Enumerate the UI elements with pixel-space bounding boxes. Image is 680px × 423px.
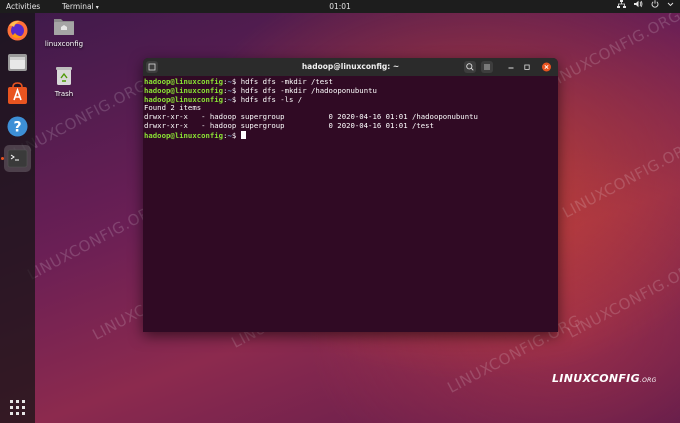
trash-icon [56, 67, 72, 85]
terminal-titlebar[interactable]: hadoop@linuxconfig: ~ [143, 58, 558, 76]
chevron-down-icon [667, 0, 674, 13]
prompt-suffix: $ [231, 77, 241, 86]
dock-item-firefox[interactable] [4, 17, 31, 44]
command-line: hadoop@linuxconfig:~$ hdfs dfs -ls / [144, 94, 558, 105]
dock-item-ubuntu-software[interactable] [4, 81, 31, 108]
power-icon [651, 0, 659, 13]
minimize-icon [508, 67, 514, 69]
top-bar: Activities Terminal ▾ 01:01 [0, 0, 680, 13]
volume-icon [634, 0, 643, 13]
maximize-icon [524, 64, 530, 70]
prompt-user: hadoop@linuxconfig [144, 77, 224, 86]
svg-text:?: ? [13, 120, 21, 136]
files-icon [8, 54, 27, 71]
hamburger-menu-icon [484, 64, 490, 70]
command-line: hadoop@linuxconfig:~$ [144, 130, 558, 141]
prompt-suffix: $ [231, 94, 241, 104]
prompt-user: hadoop@linuxconfig [144, 85, 224, 95]
prompt-user: hadoop@linuxconfig [144, 130, 224, 140]
help-icon: ? [7, 116, 28, 137]
system-tray[interactable] [617, 0, 674, 13]
output-line: drwxr-xr-x - hadoop supergroup 0 2020-04… [144, 120, 434, 130]
maximize-button[interactable] [522, 61, 532, 73]
command-text: hdfs dfs -mkdir /hadooponubuntu [240, 85, 377, 95]
minimize-button[interactable] [506, 61, 516, 73]
ubuntu-software-icon [8, 82, 27, 104]
network-icon [617, 0, 626, 13]
app-menu-button[interactable]: Terminal ▾ [62, 0, 99, 14]
dock-item-terminal[interactable] [4, 145, 31, 172]
terminal-output[interactable]: hadoop@linuxconfig:~$ hdfs dfs -mkdir /t… [143, 76, 558, 141]
brand-tld: .ORG [639, 377, 657, 384]
command-text: hdfs dfs -ls / [240, 94, 303, 104]
watermark: LINUXCONFIG.ORG [544, 6, 680, 92]
prompt-suffix: $ [231, 130, 241, 140]
terminal-window[interactable]: hadoop@linuxconfig: ~ hadoop@linuxconfig… [143, 58, 558, 332]
app-menu-label: Terminal [62, 2, 94, 11]
close-icon [542, 62, 551, 72]
prompt-suffix: $ [231, 85, 241, 95]
brand-name: LINUXCONFIG [552, 372, 640, 385]
desktop-icon-label: linuxconfig [44, 40, 84, 48]
firefox-icon [7, 20, 28, 41]
dock-item-help[interactable]: ? [4, 113, 31, 140]
search-button[interactable] [464, 61, 476, 73]
desktop-icon-trash[interactable]: Trash [44, 66, 84, 98]
terminal-icon [7, 149, 28, 168]
command-text: hdfs dfs -mkdir /test [240, 77, 333, 86]
text-cursor [240, 130, 246, 139]
close-button[interactable] [541, 61, 552, 73]
desktop-icon-label: Trash [54, 90, 74, 98]
running-indicator [1, 157, 4, 160]
show-applications-button[interactable] [4, 394, 31, 421]
home-folder-icon [54, 19, 74, 35]
window-title: hadoop@linuxconfig: ~ [301, 62, 400, 71]
chevron-down-icon: ▾ [95, 4, 99, 11]
search-icon [466, 63, 474, 71]
show-applications-icon [10, 400, 25, 415]
prompt-user: hadoop@linuxconfig [144, 94, 224, 104]
desktop-icon-home[interactable]: linuxconfig [44, 16, 84, 48]
dock: ? [0, 13, 35, 423]
brand-logo: LINUXCONFIG.ORG [552, 372, 657, 385]
watermark: LINUXCONFIG.ORG [564, 256, 680, 342]
clock[interactable]: 01:01 [0, 0, 680, 13]
activities-button[interactable]: Activities [6, 0, 40, 13]
watermark: LINUXCONFIG.ORG [559, 136, 680, 222]
menu-button[interactable] [481, 61, 493, 73]
dock-item-files[interactable] [4, 49, 31, 76]
